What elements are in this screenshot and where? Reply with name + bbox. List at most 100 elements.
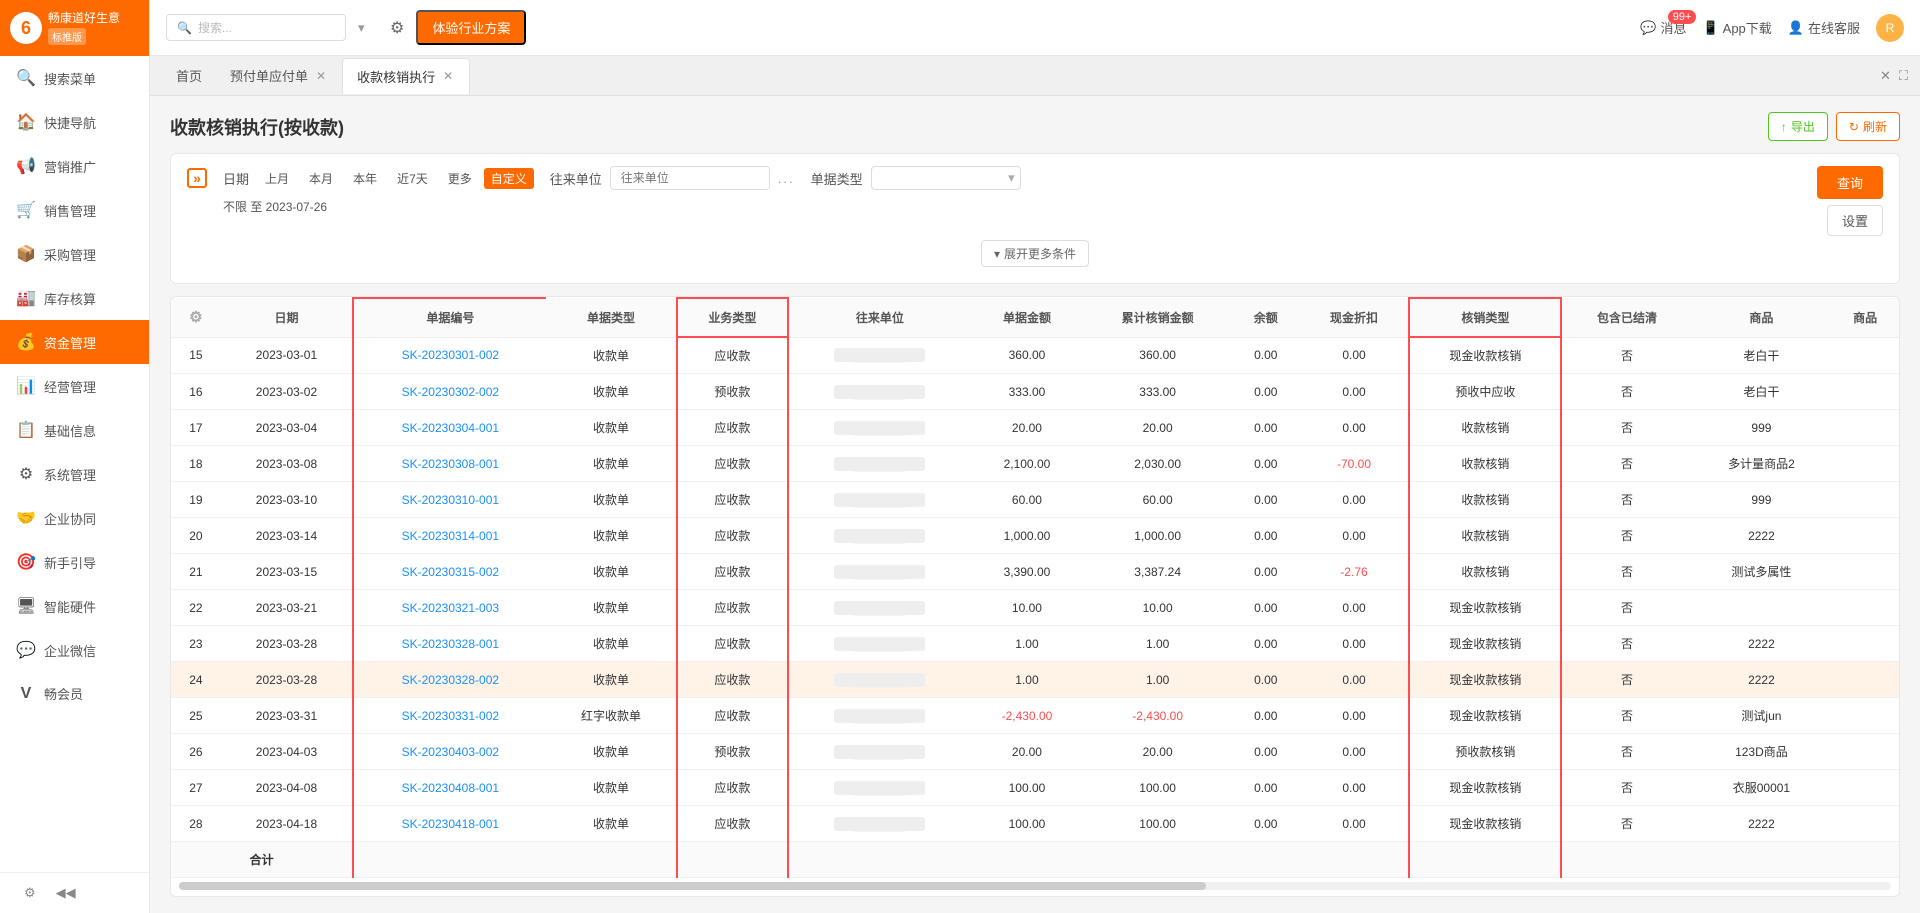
sidebar-item-wechat[interactable]: 💬 企业微信 <box>0 628 149 672</box>
table-row[interactable]: 19 2023-03-10 SK-20230310-001 收款单 应收款 ██… <box>171 482 1899 518</box>
sidebar-item-purchase[interactable]: 📦 采购管理 <box>0 232 149 276</box>
doc-no-link[interactable]: SK-20230304-001 <box>402 421 499 435</box>
finance-icon: 💰 <box>16 332 36 352</box>
table-scrollbar[interactable] <box>179 882 1891 890</box>
topbar-gear-icon[interactable]: ⚙ <box>390 18 404 38</box>
sidebar-item-inventory[interactable]: 🏭 库存核算 <box>0 276 149 320</box>
tab-home-label: 首页 <box>176 66 202 85</box>
table-row[interactable]: 15 2023-03-01 SK-20230301-002 收款单 应收款 ██… <box>171 337 1899 374</box>
table-row[interactable]: 21 2023-03-15 SK-20230315-002 收款单 应收款 ██… <box>171 554 1899 590</box>
sidebar-item-sales[interactable]: 🛒 销售管理 <box>0 188 149 232</box>
tab-receipt-cancel-close[interactable]: ✕ <box>441 67 455 85</box>
topbar-search[interactable]: 🔍 搜索... <box>166 14 346 41</box>
table-row[interactable]: 24 2023-03-28 SK-20230328-002 收款单 应收款 ██… <box>171 662 1899 698</box>
system-icon: ⚙ <box>16 464 36 484</box>
sidebar-item-search[interactable]: 🔍 搜索菜单 <box>0 56 149 100</box>
doc-no-link[interactable]: SK-20230408-001 <box>402 781 499 795</box>
table-row[interactable]: 18 2023-03-08 SK-20230308-001 收款单 应收款 ██… <box>171 446 1899 482</box>
cell-include-settled: 否 <box>1561 770 1691 806</box>
topbar-dropdown-arrow[interactable]: ▾ <box>358 20 378 36</box>
cell-doc-no: SK-20230408-001 <box>353 770 546 806</box>
filter-date-custom[interactable]: 自定义 <box>484 168 534 189</box>
query-btn[interactable]: 查询 <box>1817 166 1883 199</box>
sidebar-item-hardware[interactable]: 🖥 智能硬件 <box>0 584 149 628</box>
table-row[interactable]: 23 2023-03-28 SK-20230328-001 收款单 应收款 ██… <box>171 626 1899 662</box>
table-row[interactable]: 27 2023-04-08 SK-20230408-001 收款单 应收款 ██… <box>171 770 1899 806</box>
topbar-avatar[interactable]: R <box>1876 14 1904 42</box>
sidebar-item-collab[interactable]: 🤝 企业协同 <box>0 496 149 540</box>
table-row[interactable]: 26 2023-04-03 SK-20230403-002 收款单 预收款 ██… <box>171 734 1899 770</box>
cell-counterparty: ██████ <box>788 770 970 806</box>
table-row[interactable]: 17 2023-03-04 SK-20230304-001 收款单 应收款 ██… <box>171 410 1899 446</box>
cell-balance: 0.00 <box>1232 482 1300 518</box>
cell-cancel-type: 收款核销 <box>1409 518 1561 554</box>
doc-no-link[interactable]: SK-20230308-001 <box>402 457 499 471</box>
filter-counterparty-dots[interactable]: ... <box>778 171 795 186</box>
doc-no-link[interactable]: SK-20230321-003 <box>402 601 499 615</box>
table-row[interactable]: 28 2023-04-18 SK-20230418-001 收款单 应收款 ██… <box>171 806 1899 842</box>
sidebar-settings-btn[interactable]: ⚙ <box>16 881 44 905</box>
table-row[interactable]: 22 2023-03-21 SK-20230321-003 收款单 应收款 ██… <box>171 590 1899 626</box>
filter-expand-btn[interactable]: ▾ 展开更多条件 <box>981 240 1089 267</box>
table-row[interactable]: 16 2023-03-02 SK-20230302-002 收款单 预收款 ██… <box>171 374 1899 410</box>
doc-no-link[interactable]: SK-20230418-001 <box>402 817 499 831</box>
cell-cash-discount: 0.00 <box>1300 770 1410 806</box>
tab-bar: 首页 预付单应付单 ✕ 收款核销执行 ✕ ✕ ⛶ <box>150 56 1920 96</box>
cell-cancel-type: 预收款核销 <box>1409 734 1561 770</box>
sidebar-item-finance[interactable]: 💰 资金管理 <box>0 320 149 364</box>
topbar-solution-btn[interactable]: 体验行业方案 <box>416 10 526 45</box>
app-icon: 📱 <box>1702 20 1718 36</box>
table-row[interactable]: 25 2023-03-31 SK-20230331-002 红字收款单 应收款 … <box>171 698 1899 734</box>
th-cumulative: 累计核销金额 <box>1083 298 1232 337</box>
doc-no-link[interactable]: SK-20230403-002 <box>402 745 499 759</box>
th-settings[interactable]: ⚙ <box>171 298 221 337</box>
tab-fullscreen-icon[interactable]: ⛶ <box>1899 68 1908 84</box>
filter-row-1: » 日期 上月 本月 本年 近7天 更多 自定义 <box>187 166 1801 190</box>
doc-no-link[interactable]: SK-20230328-002 <box>402 673 499 687</box>
doc-no-link[interactable]: SK-20230302-002 <box>402 385 499 399</box>
topbar-app-btn[interactable]: 📱 App下载 <box>1702 18 1771 37</box>
filter-date-this-month[interactable]: 本月 <box>301 167 341 190</box>
sidebar-item-guide[interactable]: 🎯 新手引导 <box>0 540 149 584</box>
filter-counterparty-input[interactable] <box>610 166 770 190</box>
filter-date-more[interactable]: 更多 <box>440 167 480 190</box>
settings-col-icon[interactable]: ⚙ <box>189 309 202 326</box>
cell-counterparty: ██████ <box>788 554 970 590</box>
setting-btn[interactable]: 设置 <box>1827 205 1883 236</box>
doc-no-link[interactable]: SK-20230310-001 <box>402 493 499 507</box>
topbar-service-btn[interactable]: 👤 在线客服 <box>1788 18 1860 37</box>
sidebar-item-label: 经营管理 <box>44 377 96 396</box>
data-table: ⚙ 日期 单据编号 单据类型 业务类型 往来单位 单据金额 累计核销金额 余额 … <box>171 297 1899 878</box>
table-row[interactable]: 20 2023-03-14 SK-20230314-001 收款单 应收款 ██… <box>171 518 1899 554</box>
filter-receipt-type-select[interactable]: 收款单 红字收款单 <box>871 166 1021 190</box>
refresh-btn[interactable]: ↻ 刷新 <box>1836 112 1900 141</box>
sidebar-item-member[interactable]: V 畅会员 <box>0 672 149 715</box>
cell-biz-type: 应收款 <box>677 446 789 482</box>
doc-no-link[interactable]: SK-20230314-001 <box>402 529 499 543</box>
doc-no-link[interactable]: SK-20230328-001 <box>402 637 499 651</box>
sidebar-item-system[interactable]: ⚙ 系统管理 <box>0 452 149 496</box>
sidebar-item-marketing[interactable]: 📢 营销推广 <box>0 144 149 188</box>
tab-prepayment[interactable]: 预付单应付单 ✕ <box>216 58 342 93</box>
sidebar-item-basic[interactable]: 📋 基础信息 <box>0 408 149 452</box>
sidebar-item-nav[interactable]: 🏠 快捷导航 <box>0 100 149 144</box>
topbar-message-btn[interactable]: 💬 消息 99+ <box>1640 18 1686 37</box>
tab-receipt-cancel[interactable]: 收款核销执行 ✕ <box>342 58 470 94</box>
sidebar-collapse-btn[interactable]: ◀◀ <box>48 881 84 905</box>
tab-close-all-icon[interactable]: ✕ <box>1880 68 1891 84</box>
export-btn[interactable]: ↑ 导出 <box>1768 112 1828 141</box>
scrollbar-thumb[interactable] <box>179 882 1206 890</box>
filter-date-last-month[interactable]: 上月 <box>257 167 297 190</box>
doc-no-link[interactable]: SK-20230315-002 <box>402 565 499 579</box>
filter-date-this-year[interactable]: 本年 <box>345 167 385 190</box>
tab-home[interactable]: 首页 <box>162 58 216 93</box>
tab-prepayment-close[interactable]: ✕ <box>314 67 328 85</box>
cell-doc-type: 收款单 <box>546 626 676 662</box>
filter-toggle-btn[interactable]: » <box>187 168 207 188</box>
sidebar-item-label: 系统管理 <box>44 465 96 484</box>
filter-date-7days[interactable]: 近7天 <box>389 167 436 190</box>
cell-amount: 100.00 <box>971 770 1084 806</box>
doc-no-link[interactable]: SK-20230331-002 <box>402 709 499 723</box>
sidebar-item-operation[interactable]: 📊 经营管理 <box>0 364 149 408</box>
doc-no-link[interactable]: SK-20230301-002 <box>402 348 499 362</box>
